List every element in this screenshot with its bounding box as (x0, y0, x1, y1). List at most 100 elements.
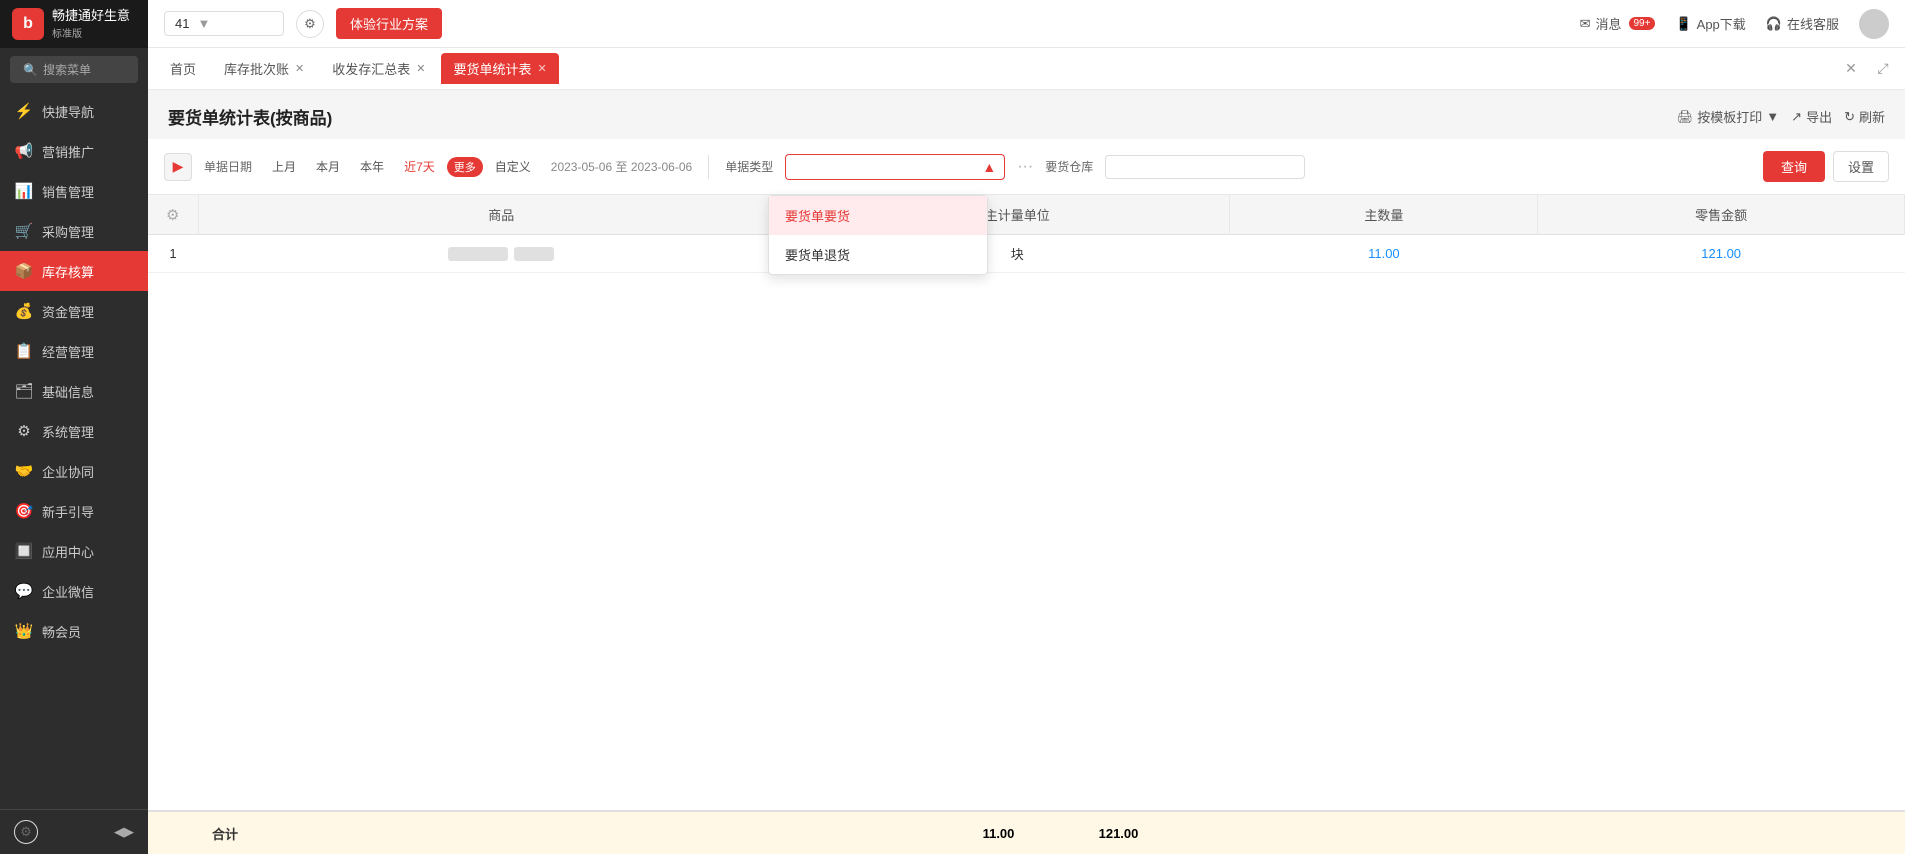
wechat-icon: 💬 (14, 581, 34, 601)
table-row: 1 块 11.00 121.00 (148, 235, 1905, 273)
online-service-icon: 🎧 (1766, 16, 1782, 32)
sidebar-item-member[interactable]: 👑 畅会员 (0, 611, 148, 651)
sidebar-item-appcenter[interactable]: 🔲 应用中心 (0, 531, 148, 571)
date-btn-this-month[interactable]: 本月 (308, 155, 348, 178)
trial-button[interactable]: 体验行业方案 (336, 8, 442, 39)
user-avatar[interactable] (1859, 9, 1889, 39)
product-name-placeholder (448, 247, 508, 261)
col-product: 商品 (198, 195, 804, 235)
operations-icon: 📋 (14, 341, 34, 361)
message-label: 消息 (1595, 14, 1621, 33)
refresh-button[interactable]: ↻ 刷新 (1844, 107, 1885, 126)
purchase-icon: 🛒 (14, 221, 34, 241)
print-icon: 🖨 (1677, 109, 1694, 125)
export-icon: ↗ (1791, 109, 1802, 125)
sidebar-item-enterprise[interactable]: 🤝 企业协同 (0, 451, 148, 491)
summary-amount: 121.00 (1059, 826, 1179, 841)
warehouse-filter-input[interactable] (1105, 155, 1305, 179)
online-service-label: 在线客服 (1787, 14, 1839, 33)
date-filter-label: 单据日期 (204, 158, 252, 175)
date-btn-last-7-days[interactable]: 近7天 (396, 155, 443, 178)
topbar-settings-button[interactable]: ⚙ (296, 10, 324, 38)
print-button[interactable]: 🖨 按模板打印 ▼ (1677, 107, 1779, 126)
sidebar-item-operations[interactable]: 📋 经营管理 (0, 331, 148, 371)
amount-link[interactable]: 121.00 (1701, 246, 1741, 261)
type-dropdown-menu: 要货单要货 要货单退货 (768, 195, 988, 275)
col-settings: ⚙ (148, 195, 198, 235)
date-btn-this-year[interactable]: 本年 (352, 155, 392, 178)
setup-button[interactable]: 设置 (1833, 151, 1889, 182)
sidebar-item-sales[interactable]: 📊 销售管理 (0, 171, 148, 211)
query-button[interactable]: 查询 (1763, 151, 1825, 182)
basic-icon: 🗂 (14, 381, 34, 401)
sidebar-item-system[interactable]: ⚙ 系统管理 (0, 411, 148, 451)
table-settings-icon[interactable]: ⚙ (166, 207, 179, 224)
type-filter-input[interactable]: ▲ (785, 154, 1005, 180)
sidebar-item-wechat[interactable]: 💬 企业微信 (0, 571, 148, 611)
company-selector[interactable]: 41 ▼ (164, 11, 284, 36)
sales-icon: 📊 (14, 181, 34, 201)
sidebar-item-label: 应用中心 (42, 542, 94, 561)
sidebar-item-label: 经营管理 (42, 342, 94, 361)
sidebar-item-purchase[interactable]: 🛒 采购管理 (0, 211, 148, 251)
message-action[interactable]: ✉ 消息 99+ (1580, 14, 1656, 33)
warehouse-input-field[interactable] (1114, 160, 1296, 174)
app-version: 标准版 (52, 25, 130, 40)
appcenter-icon: 🔲 (14, 541, 34, 561)
sidebar-search[interactable]: 🔍 搜索菜单 (10, 56, 138, 83)
tab-expand-button[interactable]: ⤢ (1871, 57, 1895, 81)
app-download-action[interactable]: 📱 App下载 (1675, 14, 1745, 33)
sidebar-item-label: 销售管理 (42, 182, 94, 201)
online-service-action[interactable]: 🎧 在线客服 (1766, 14, 1839, 33)
sidebar-item-basic[interactable]: 🗂 基础信息 (0, 371, 148, 411)
tab-home[interactable]: 首页 (158, 53, 208, 84)
company-dropdown-arrow: ▼ (197, 16, 210, 31)
tab-inventory-batch[interactable]: 库存批次账 ✕ (212, 53, 316, 84)
inventory-icon: 📦 (14, 261, 34, 281)
date-btn-last-month[interactable]: 上月 (264, 155, 304, 178)
dropdown-option-return[interactable]: 要货单退货 (769, 235, 987, 274)
warehouse-filter-label: 要货仓库 (1045, 158, 1093, 175)
sidebar-item-label: 系统管理 (42, 422, 94, 441)
sidebar-item-guide[interactable]: 🎯 新手引导 (0, 491, 148, 531)
cell-amount: 121.00 (1538, 235, 1905, 273)
finance-icon: 💰 (14, 301, 34, 321)
export-label: 导出 (1806, 107, 1832, 126)
date-more-badge[interactable]: 更多 (447, 157, 483, 177)
dropdown-option-order[interactable]: 要货单要货 (769, 196, 987, 235)
marketing-icon: 📢 (14, 141, 34, 161)
sidebar-item-label: 库存核算 (42, 262, 94, 281)
filter-expand-button[interactable]: ▶ (164, 153, 192, 181)
tab-close-icon[interactable]: ✕ (416, 62, 425, 75)
sidebar-item-finance[interactable]: 💰 资金管理 (0, 291, 148, 331)
tab-close-icon[interactable]: ✕ (538, 62, 547, 75)
type-input-field[interactable] (794, 160, 982, 174)
filter-more-button[interactable]: ··· (1017, 158, 1033, 176)
sidebar-item-inventory[interactable]: 📦 库存核算 (0, 251, 148, 291)
summary-label: 合计 (198, 824, 939, 843)
sidebar-collapse-button[interactable]: ◀▶ (114, 824, 134, 840)
sidebar-item-label: 畅会员 (42, 622, 81, 641)
sidebar-settings-button[interactable]: ⚙ (14, 820, 38, 844)
page-title: 要货单统计表(按商品) (168, 104, 332, 129)
type-dropdown-arrow[interactable]: ▲ (982, 159, 996, 175)
tab-close-all-button[interactable]: ✕ (1839, 57, 1863, 81)
sidebar-item-quick-nav[interactable]: ⚡ 快捷导航 (0, 91, 148, 131)
summary-row: 合计 11.00 121.00 (148, 810, 1905, 854)
sidebar-item-label: 企业协同 (42, 462, 94, 481)
print-label: 按模板打印 (1697, 107, 1762, 126)
quantity-link[interactable]: 11.00 (1368, 246, 1400, 261)
top-bar: 41 ▼ ⚙ 体验行业方案 ✉ 消息 99+ 📱 App下载 🎧 在线客服 (148, 0, 1905, 48)
sidebar-item-marketing[interactable]: 📢 营销推广 (0, 131, 148, 171)
filter-bar: ▶ 单据日期 上月 本月 本年 近7天 更多 自定义 2023-05-06 至 … (148, 139, 1905, 195)
col-amount: 零售金额 (1538, 195, 1905, 235)
sidebar-item-label: 新手引导 (42, 502, 94, 521)
tab-label: 要货单统计表 (453, 59, 531, 78)
cell-product (198, 235, 804, 273)
date-custom-button[interactable]: 自定义 (487, 155, 539, 178)
app-download-label: App下载 (1697, 14, 1746, 33)
tab-order-stats[interactable]: 要货单统计表 ✕ (441, 53, 558, 84)
tab-summary[interactable]: 收发存汇总表 ✕ (320, 53, 437, 84)
export-button[interactable]: ↗ 导出 (1791, 107, 1832, 126)
tab-close-icon[interactable]: ✕ (295, 62, 304, 75)
